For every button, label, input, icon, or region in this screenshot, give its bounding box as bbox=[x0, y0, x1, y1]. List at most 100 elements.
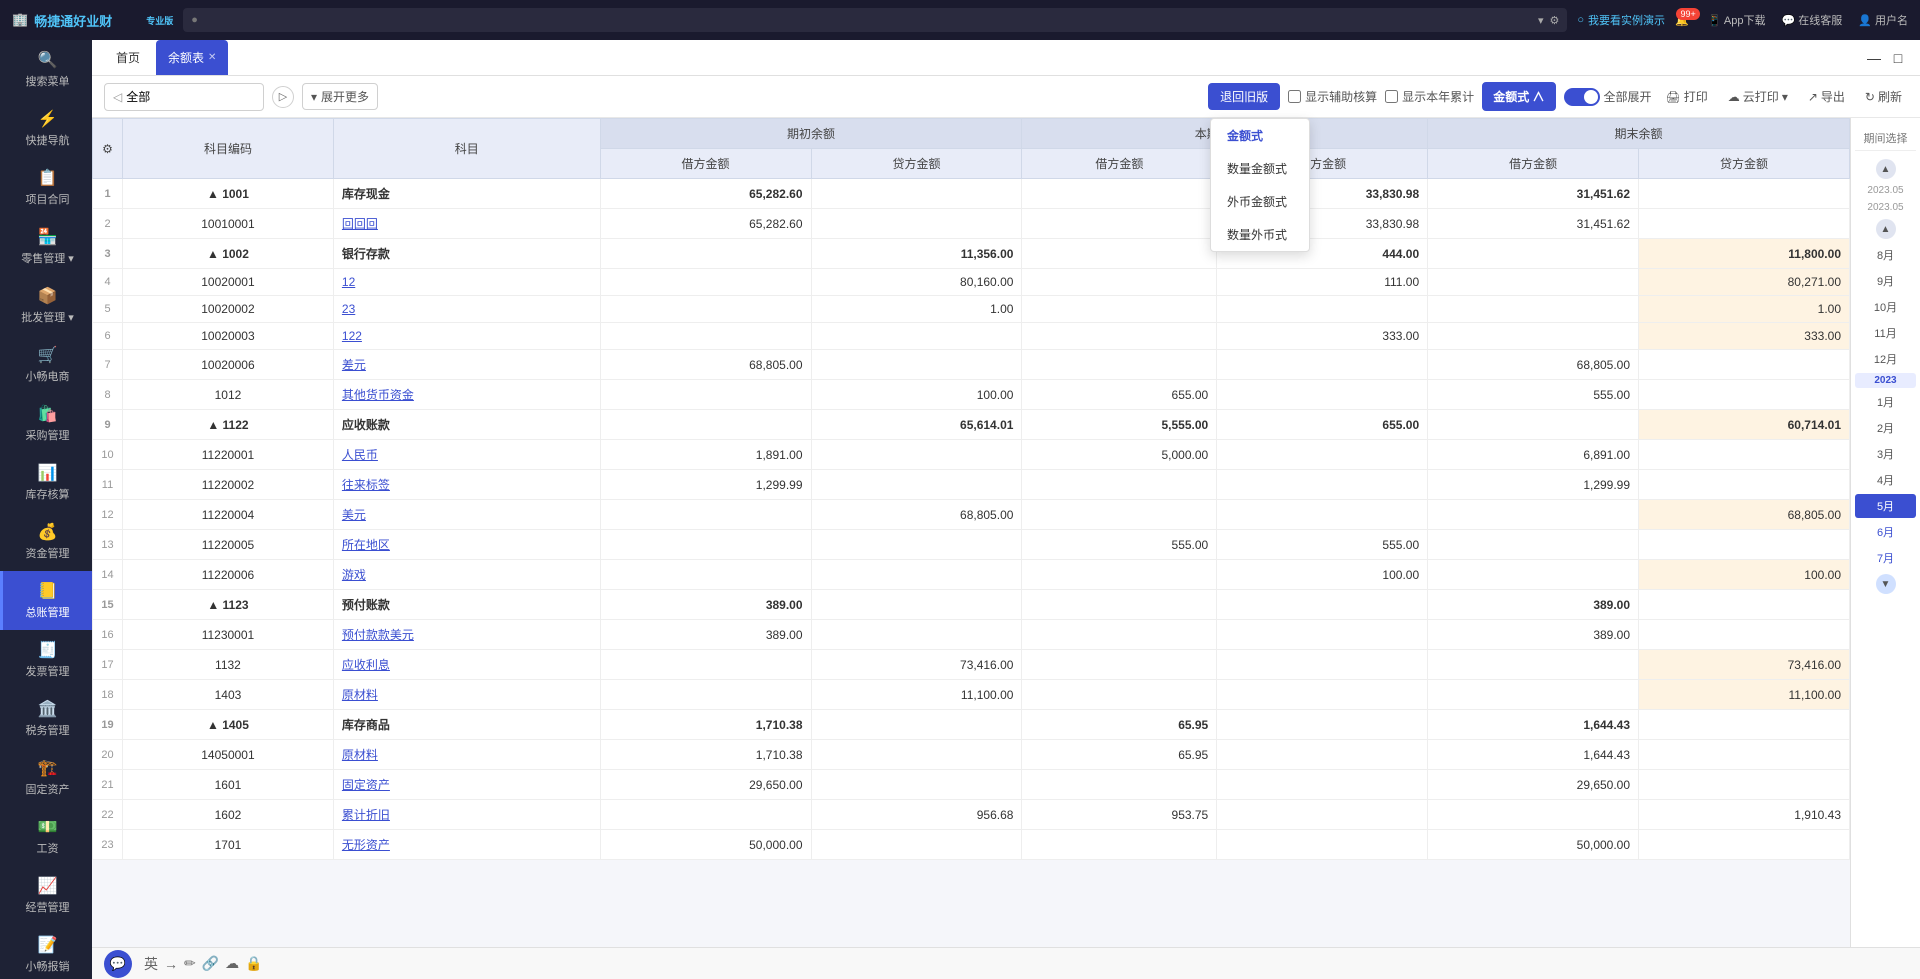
lang-btn[interactable]: 英 bbox=[144, 954, 158, 974]
sidebar-item-search[interactable]: 🔍 搜索菜单 bbox=[0, 40, 92, 99]
tab-close-icon[interactable]: ✕ bbox=[208, 52, 216, 63]
display-mode-btn[interactable]: 金额式 ∧ bbox=[1482, 82, 1555, 111]
dropdown-item-qty-foreign[interactable]: 数量外币式 bbox=[1211, 218, 1309, 251]
auxiliary-check-input[interactable] bbox=[1288, 90, 1301, 103]
cloud-print-btn[interactable]: ☁ 云打印 ▾ bbox=[1722, 84, 1794, 109]
row-subject[interactable]: 23 bbox=[333, 296, 600, 323]
refresh-btn[interactable]: ↻ 刷新 bbox=[1859, 84, 1908, 109]
row-subject[interactable]: 应收利息 bbox=[333, 650, 600, 680]
month-5[interactable]: 5月 bbox=[1855, 494, 1916, 518]
auxiliary-checkbox[interactable]: 显示辅助核算 bbox=[1288, 88, 1377, 105]
search-box[interactable]: ◁ bbox=[104, 83, 264, 111]
minimize-btn[interactable]: — bbox=[1864, 48, 1884, 68]
row-subject[interactable]: 122 bbox=[333, 323, 600, 350]
row-subject[interactable]: 预付账款 bbox=[333, 590, 600, 620]
row-subject[interactable]: 银行存款 bbox=[333, 239, 600, 269]
row-subject[interactable]: 原材料 bbox=[333, 680, 600, 710]
month-4[interactable]: 4月 bbox=[1855, 468, 1916, 492]
row-subject[interactable]: 固定资产 bbox=[333, 770, 600, 800]
online-service[interactable]: 💬 在线客服 bbox=[1781, 12, 1842, 28]
sidebar-item-ledger[interactable]: 📒 总账管理 bbox=[0, 571, 92, 630]
row-subject[interactable]: 预付款款美元 bbox=[333, 620, 600, 650]
sidebar-item-project[interactable]: 📋 项目合同 bbox=[0, 158, 92, 217]
month-8[interactable]: 8月 bbox=[1855, 243, 1916, 267]
sidebar-item-wholesale[interactable]: 📦 批发管理 ▾ bbox=[0, 276, 92, 335]
link-btn[interactable]: 🔗 bbox=[202, 955, 219, 972]
sidebar-item-operation[interactable]: 📈 经营管理 bbox=[0, 866, 92, 925]
sidebar-item-assets[interactable]: 🏗️ 固定资产 bbox=[0, 748, 92, 807]
address-input[interactable] bbox=[204, 14, 1532, 26]
search-icon: 🔍 bbox=[7, 50, 88, 70]
address-bar[interactable]: ● ▾ ⚙ bbox=[183, 8, 1567, 32]
demo-link-text[interactable]: 我要看实例演示 bbox=[1588, 12, 1665, 28]
toggle-control[interactable] bbox=[1564, 88, 1600, 106]
arrow-btn[interactable]: → bbox=[164, 956, 178, 972]
dropdown-item-amount[interactable]: 金额式 bbox=[1211, 119, 1309, 152]
sidebar-item-expense[interactable]: 📝 小畅报销 bbox=[0, 925, 92, 979]
row-subject[interactable]: 美元 bbox=[333, 500, 600, 530]
return-btn[interactable]: 退回旧版 bbox=[1208, 83, 1280, 110]
sidebar-item-finance[interactable]: 💰 资金管理 bbox=[0, 512, 92, 571]
dropdown-item-qty-amount[interactable]: 数量金额式 bbox=[1211, 152, 1309, 185]
app-download[interactable]: 📱 App下载 bbox=[1708, 12, 1766, 28]
month-10[interactable]: 10月 bbox=[1855, 295, 1916, 319]
month-12[interactable]: 12月 bbox=[1855, 347, 1916, 371]
row-subject[interactable]: 人民币 bbox=[333, 440, 600, 470]
collapse-bottom-btn[interactable]: ▼ bbox=[1876, 574, 1896, 594]
row-subject[interactable]: 游戏 bbox=[333, 560, 600, 590]
month-3[interactable]: 3月 bbox=[1855, 442, 1916, 466]
settings-header[interactable]: ⚙ bbox=[93, 119, 123, 179]
sidebar-item-inventory[interactable]: 📊 库存核算 bbox=[0, 453, 92, 512]
notification-bell[interactable]: 🔔99+ bbox=[1675, 14, 1692, 27]
row-subject[interactable]: 原材料 bbox=[333, 740, 600, 770]
sidebar-item-ecommerce[interactable]: 🛒 小畅电商 bbox=[0, 335, 92, 394]
row-subject[interactable]: 无形资产 bbox=[333, 830, 600, 860]
export-btn[interactable]: ↗ 导出 bbox=[1802, 84, 1851, 109]
expand-toggle[interactable]: 全部展开 bbox=[1564, 88, 1652, 106]
search-input[interactable] bbox=[126, 90, 196, 104]
collapse-btn[interactable]: ▲ bbox=[1876, 159, 1896, 179]
row-subject[interactable]: 差元 bbox=[333, 350, 600, 380]
dropdown-item-foreign-amount[interactable]: 外币金额式 bbox=[1211, 185, 1309, 218]
edit-btn[interactable]: ✏ bbox=[184, 955, 196, 972]
row-subject[interactable]: 库存现金 bbox=[333, 179, 600, 209]
cloud-btn[interactable]: ☁ bbox=[225, 955, 239, 972]
month-1[interactable]: 1月 bbox=[1855, 390, 1916, 414]
sidebar-item-purchase[interactable]: 🛍️ 采购管理 bbox=[0, 394, 92, 453]
print-btn[interactable]: 🖨 打印 bbox=[1660, 84, 1714, 109]
month-11[interactable]: 11月 bbox=[1855, 321, 1916, 345]
month-7[interactable]: 7月 bbox=[1855, 546, 1916, 570]
month-9[interactable]: 9月 bbox=[1855, 269, 1916, 293]
lock-btn[interactable]: 🔒 bbox=[245, 955, 262, 972]
month-6[interactable]: 6月 bbox=[1855, 520, 1916, 544]
tab-home[interactable]: 首页 bbox=[104, 40, 152, 75]
row-subject[interactable]: 应收账款 bbox=[333, 410, 600, 440]
nav-forward-btn[interactable]: ▷ bbox=[272, 86, 294, 108]
row-subject[interactable]: 库存商品 bbox=[333, 710, 600, 740]
sidebar-item-retail[interactable]: 🏪 零售管理 ▾ bbox=[0, 217, 92, 276]
row-subject[interactable]: 往来标签 bbox=[333, 470, 600, 500]
sidebar-item-quicknav[interactable]: ⚡ 快捷导航 bbox=[0, 99, 92, 158]
table-wrapper[interactable]: ⚙ 科目编码 科目 期初余额 本期发生额 期末余额 借方金额 贷方金额 借方金额… bbox=[92, 118, 1850, 947]
row-subject[interactable]: 12 bbox=[333, 269, 600, 296]
demo-link[interactable]: ○ 我要看实例演示 bbox=[1577, 12, 1665, 28]
year-total-checkbox[interactable]: 显示本年累计 bbox=[1385, 88, 1474, 105]
month-2[interactable]: 2月 bbox=[1855, 416, 1916, 440]
tab-balance[interactable]: 余额表 ✕ bbox=[156, 40, 228, 75]
chat-btn[interactable]: 💬 bbox=[104, 950, 132, 978]
row-subject[interactable]: 累计折旧 bbox=[333, 800, 600, 830]
row-subject[interactable]: 其他货币资金 bbox=[333, 380, 600, 410]
settings-icon[interactable]: ⚙ bbox=[1550, 14, 1560, 27]
sidebar-item-tax[interactable]: 🏛️ 税务管理 bbox=[0, 689, 92, 748]
year-total-check-input[interactable] bbox=[1385, 90, 1398, 103]
sidebar-item-salary[interactable]: 💵 工资 bbox=[0, 807, 92, 866]
expand-btn[interactable]: ▾ 展开更多 bbox=[302, 83, 378, 110]
sidebar-item-invoice[interactable]: 🧾 发票管理 bbox=[0, 630, 92, 689]
expand-year-btn[interactable]: ▲ bbox=[1876, 219, 1896, 239]
row-cd-debit bbox=[1022, 680, 1217, 710]
row-cb-credit bbox=[1639, 179, 1850, 209]
user-avatar[interactable]: 👤 用户名 bbox=[1858, 12, 1908, 28]
row-subject[interactable]: 回回回 bbox=[333, 209, 600, 239]
row-subject[interactable]: 所在地区 bbox=[333, 530, 600, 560]
restore-btn[interactable]: □ bbox=[1888, 48, 1908, 68]
